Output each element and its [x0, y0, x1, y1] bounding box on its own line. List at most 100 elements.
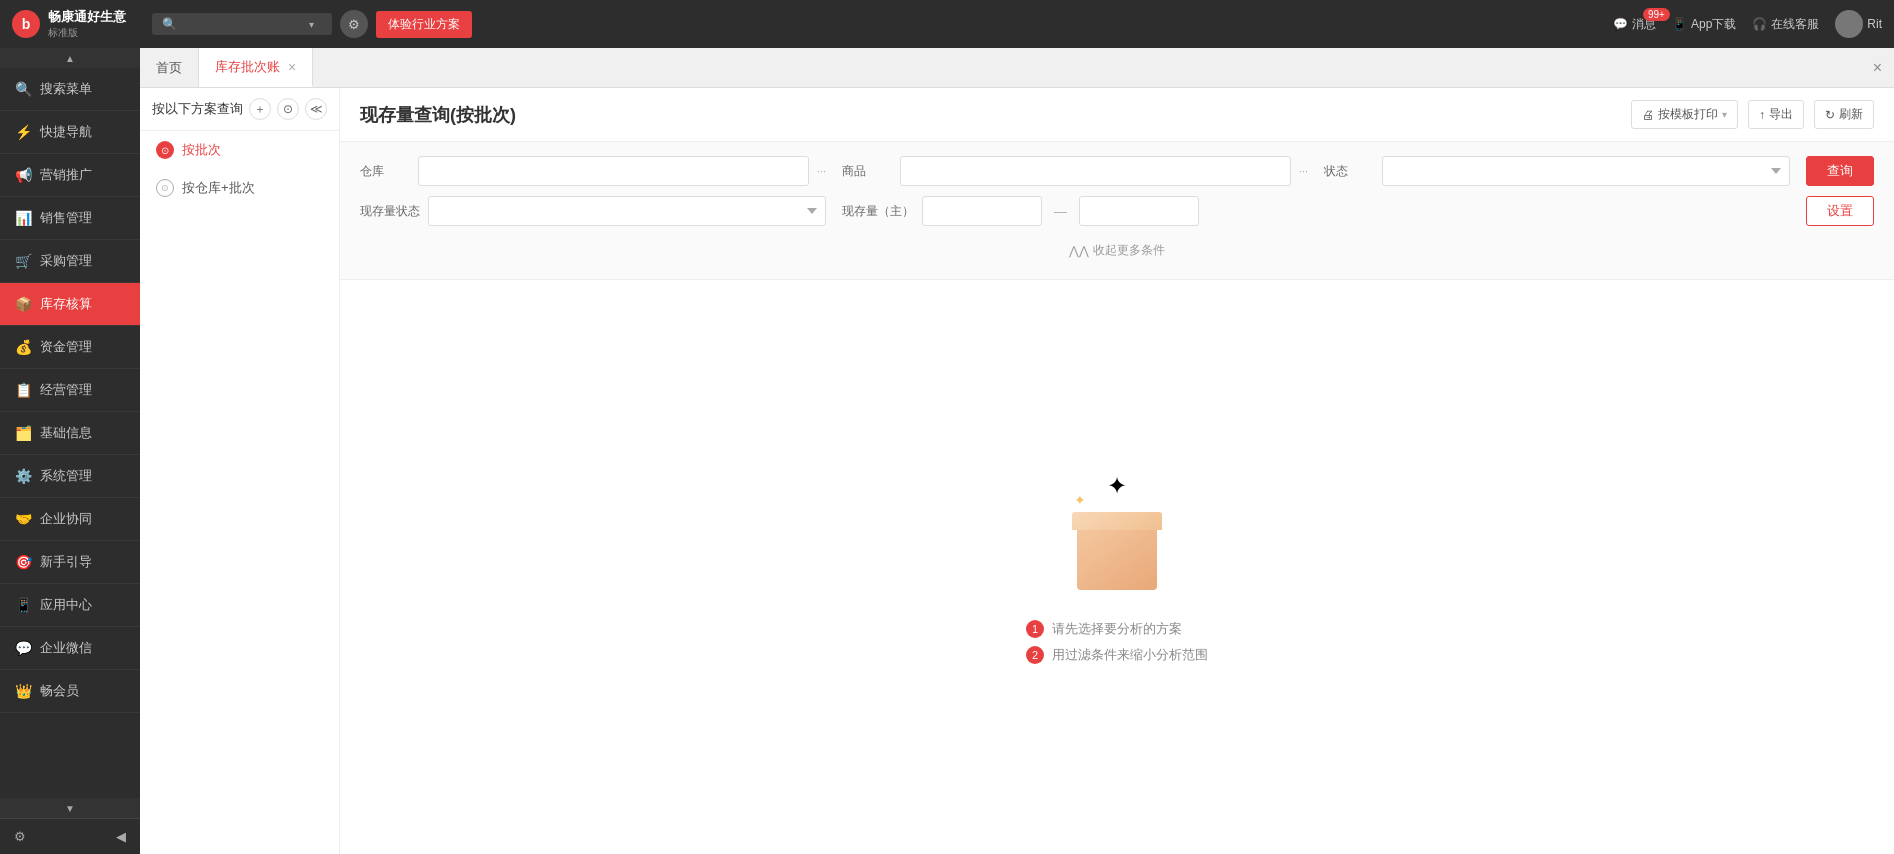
collapse-icon: ⋀⋀: [1069, 244, 1089, 258]
enterprise-wechat-icon: 💬: [14, 639, 32, 657]
filter-header-icons: ＋ ⊙ ≪: [249, 98, 327, 120]
product-input[interactable]: [900, 156, 1291, 186]
trial-button[interactable]: 体验行业方案: [376, 11, 472, 38]
logo-icon: b: [12, 10, 40, 38]
messages-badge: 99+: [1643, 8, 1670, 21]
messages-item[interactable]: 💬 消息 99+: [1613, 16, 1656, 33]
search-bar[interactable]: 🔍 ▾: [152, 13, 332, 35]
tab-inventory-batch[interactable]: 库存批次账 ×: [199, 48, 313, 87]
sidebar-collapse-icon[interactable]: ◀: [116, 829, 126, 844]
chevron-down-icon: ▾: [309, 19, 314, 30]
filter-row-1: 仓库 ··· 商品 ··· 状态: [360, 156, 1874, 186]
box-body: [1077, 525, 1157, 590]
sidebar-settings-icon[interactable]: ⚙: [14, 829, 26, 844]
page-title-bar: 现存量查询(按批次) 🖨 按模板打印 ▾ ↑ 导出 ↻: [340, 88, 1894, 142]
page-title: 现存量查询(按批次): [360, 103, 516, 127]
status-select[interactable]: [1382, 156, 1790, 186]
enterprise-collab-icon: 🤝: [14, 510, 32, 528]
filter-collapse-icon[interactable]: ≪: [305, 98, 327, 120]
logo-text: 畅康通好生意 标准版: [48, 9, 126, 39]
avatar: [1835, 10, 1863, 38]
sidebar-item-marketing[interactable]: 📢 营销推广: [0, 154, 140, 197]
print-template-button[interactable]: 🖨 按模板打印 ▾: [1631, 100, 1738, 129]
sidebar-item-sales[interactable]: 📊 销售管理: [0, 197, 140, 240]
sidebar-menu: 🔍 搜索菜单 ⚡ 快捷导航 📢 营销推广 📊 销售管理 🛒 采购管理 📦: [0, 68, 140, 798]
sidebar-item-search-menu[interactable]: 🔍 搜索菜单: [0, 68, 140, 111]
inventory-status-select[interactable]: [428, 196, 826, 226]
vip-icon: 👑: [14, 682, 32, 700]
warehouse-input[interactable]: [418, 156, 809, 186]
box-lid: [1072, 512, 1162, 530]
user-profile[interactable]: Rit: [1835, 10, 1882, 38]
marketing-icon: 📢: [14, 166, 32, 184]
header-right: 💬 消息 99+ 📱 App下载 🎧 在线客服 Rit: [1613, 10, 1882, 38]
empty-state: ✦ ✦ 1 请先选择要分析的方案 2 用过滤条件来缩小分析范围: [340, 280, 1894, 854]
status-field: 状态: [1324, 156, 1790, 186]
sidebar-item-finance[interactable]: 💰 资金管理: [0, 326, 140, 369]
sidebar-item-beginner-guide[interactable]: 🎯 新手引导: [0, 541, 140, 584]
sidebar-item-purchase[interactable]: 🛒 采购管理: [0, 240, 140, 283]
product-more-icon[interactable]: ···: [1299, 165, 1308, 177]
filter-item-batch[interactable]: ⊙ 按批次: [140, 131, 339, 169]
sidebar-item-inventory[interactable]: 📦 库存核算: [0, 283, 140, 326]
purchase-icon: 🛒: [14, 252, 32, 270]
sales-icon: 📊: [14, 209, 32, 227]
filter-form: 仓库 ··· 商品 ··· 状态: [340, 142, 1894, 280]
filter-warehouse-icon: ⊙: [156, 179, 174, 197]
refresh-button[interactable]: ↻ 刷新: [1814, 100, 1874, 129]
filter-add-icon[interactable]: ＋: [249, 98, 271, 120]
warehouse-more-icon[interactable]: ···: [817, 165, 826, 177]
sidebar-item-quick-nav[interactable]: ⚡ 快捷导航: [0, 111, 140, 154]
settings-icon-btn[interactable]: ⚙: [340, 10, 368, 38]
logo-area: b 畅康通好生意 标准版: [12, 9, 152, 39]
filter-batch-icon: ⊙: [156, 141, 174, 159]
app-center-icon: 📱: [14, 596, 32, 614]
tab-close-main[interactable]: ×: [1861, 48, 1894, 87]
filter-item-warehouse-batch[interactable]: ⊙ 按仓库+批次: [140, 169, 339, 207]
search-menu-icon: 🔍: [14, 80, 32, 98]
phone-icon: 📱: [1672, 17, 1687, 31]
filter-sidebar: 按以下方案查询 ＋ ⊙ ≪ ⊙ 按批次 ⊙ 按仓库+批次: [140, 88, 340, 854]
empty-illustration: ✦ ✦: [1052, 470, 1182, 600]
tab-bar: 首页 库存批次账 × ×: [140, 48, 1894, 88]
page-body: 按以下方案查询 ＋ ⊙ ≪ ⊙ 按批次 ⊙ 按仓库+批次: [140, 88, 1894, 854]
filter-config-icon[interactable]: ⊙: [277, 98, 299, 120]
inventory-qty-min-input[interactable]: [922, 196, 1042, 226]
sidebar-item-app-center[interactable]: 📱 应用中心: [0, 584, 140, 627]
empty-tips: 1 请先选择要分析的方案 2 用过滤条件来缩小分析范围: [1026, 620, 1208, 664]
query-button[interactable]: 查询: [1806, 156, 1874, 186]
headset-icon: 🎧: [1752, 17, 1767, 31]
online-service-item[interactable]: 🎧 在线客服: [1752, 16, 1819, 33]
title-actions: 🖨 按模板打印 ▾ ↑ 导出 ↻ 刷新: [1631, 100, 1874, 129]
export-button[interactable]: ↑ 导出: [1748, 100, 1804, 129]
sidebar-item-operations[interactable]: 📋 经营管理: [0, 369, 140, 412]
settings-button[interactable]: 设置: [1806, 196, 1874, 226]
print-dropdown-icon: ▾: [1722, 109, 1727, 120]
inventory-qty-max-input[interactable]: [1079, 196, 1199, 226]
sidebar-item-enterprise-collab[interactable]: 🤝 企业协同: [0, 498, 140, 541]
inventory-qty-field: 现存量（主） —: [842, 196, 1308, 226]
tip-item-2: 2 用过滤条件来缩小分析范围: [1026, 646, 1208, 664]
finance-icon: 💰: [14, 338, 32, 356]
product-field: 商品 ···: [842, 156, 1308, 186]
top-header: b 畅康通好生意 标准版 🔍 ▾ ⚙ 体验行业方案 💬 消息 99+ 📱 App…: [0, 0, 1894, 48]
sidebar-item-vip-member[interactable]: 👑 畅会员: [0, 670, 140, 713]
box-star-small: ✦: [1074, 492, 1086, 508]
sidebar-item-basics[interactable]: 🗂️ 基础信息: [0, 412, 140, 455]
tip-item-1: 1 请先选择要分析的方案: [1026, 620, 1208, 638]
app-download-item[interactable]: 📱 App下载: [1672, 16, 1736, 33]
sidebar-item-enterprise-wechat[interactable]: 💬 企业微信: [0, 627, 140, 670]
sidebar-item-system[interactable]: ⚙️ 系统管理: [0, 455, 140, 498]
basics-icon: 🗂️: [14, 424, 32, 442]
search-input[interactable]: [183, 17, 303, 31]
beginner-icon: 🎯: [14, 553, 32, 571]
tab-home[interactable]: 首页: [140, 48, 199, 87]
collapse-more-btn[interactable]: ⋀⋀ 收起更多条件: [360, 236, 1874, 265]
refresh-icon: ↻: [1825, 108, 1835, 122]
inventory-icon: 📦: [14, 295, 32, 313]
sidebar-bottom: ⚙ ◀: [0, 818, 140, 854]
tab-close-icon[interactable]: ×: [288, 59, 296, 75]
search-icon: 🔍: [162, 17, 177, 31]
sidebar-scroll-up[interactable]: ▲: [0, 48, 140, 68]
sidebar-scroll-down[interactable]: ▼: [0, 798, 140, 818]
